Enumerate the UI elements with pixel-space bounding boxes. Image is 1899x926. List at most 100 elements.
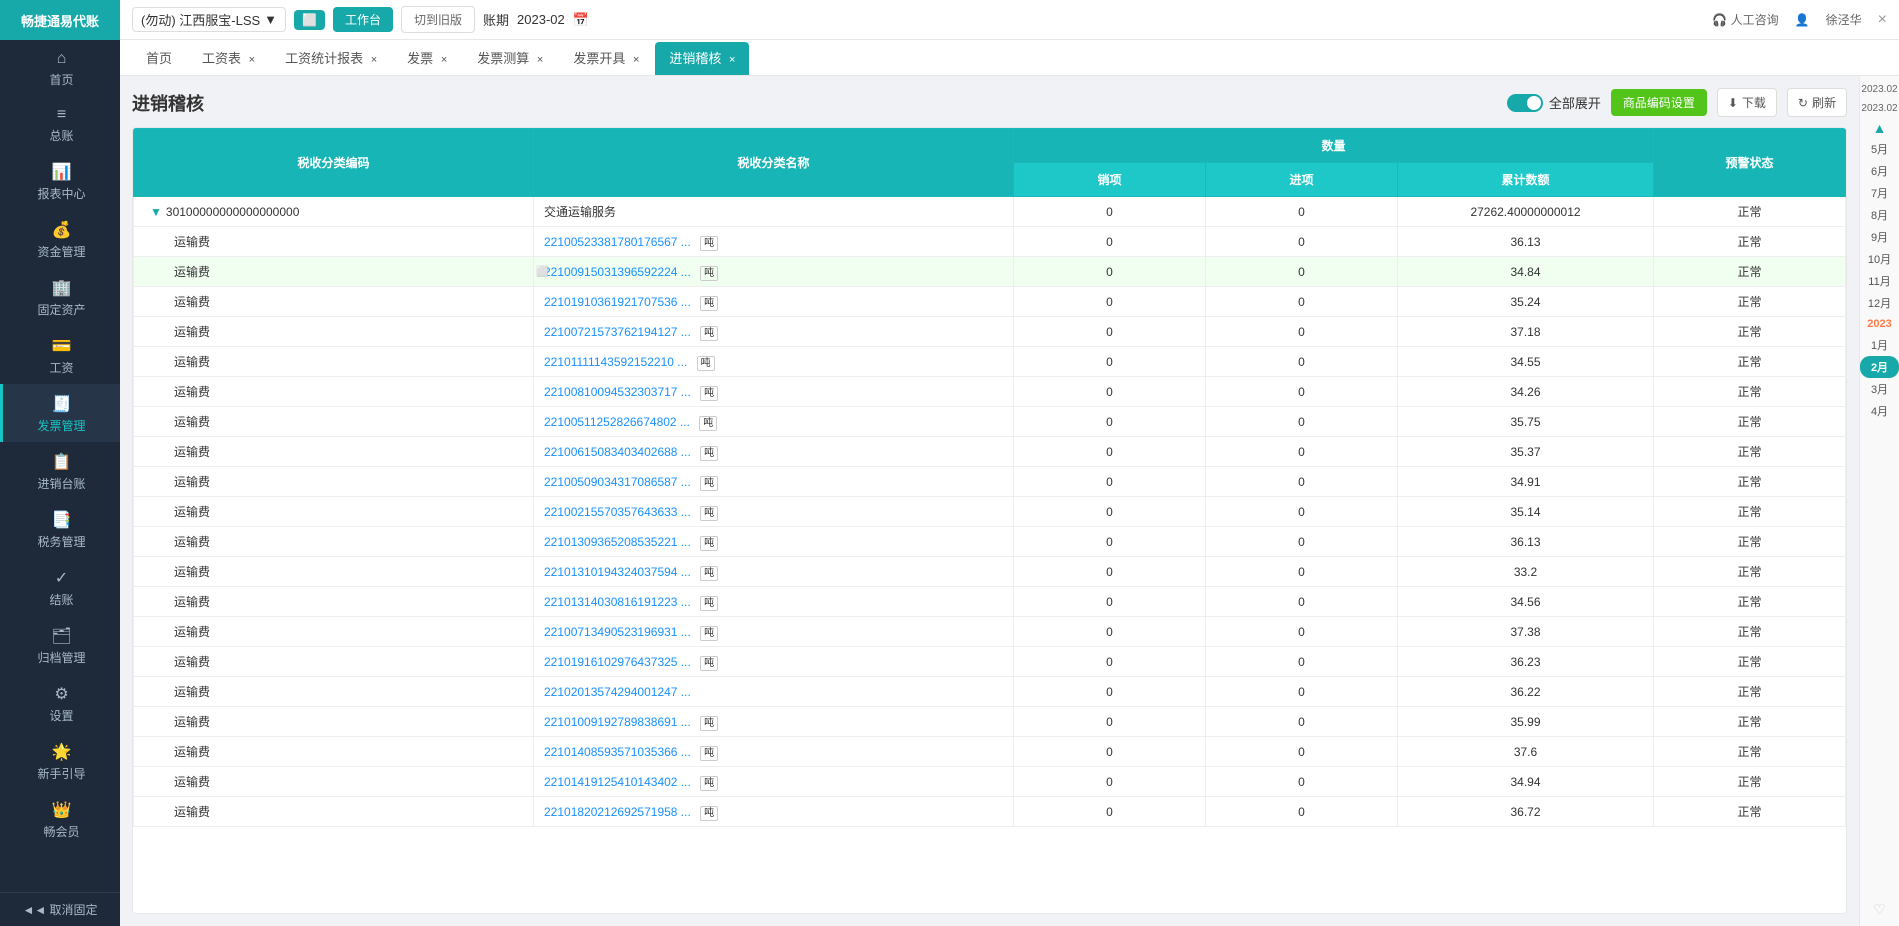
switch-version-button[interactable]: 切到旧版 (401, 6, 475, 33)
sidebar-item-checkout[interactable]: ✓ 结账 (0, 558, 120, 616)
tab-payroll-stats-close[interactable]: × (371, 54, 377, 66)
sidebar-item-ledger[interactable]: ≡ 总账 (0, 96, 120, 152)
tab-invoice-open-close[interactable]: × (633, 54, 639, 66)
item-status-cell: 正常 (1654, 797, 1846, 827)
sidebar-item-funds[interactable]: 💰 资金管理 (0, 210, 120, 268)
table-row: 运输费 22101111143592152210 ... 吨 0 0 34.55… (134, 347, 1846, 377)
unpin-button[interactable]: ◄◄ 取消固定 (0, 892, 120, 926)
group-sales-cell: 0 (1014, 197, 1206, 227)
download-button[interactable]: ⬇ 下载 (1717, 88, 1777, 117)
panel-up-arrow[interactable]: ▲ (1871, 118, 1889, 138)
toggle-switch[interactable] (1507, 94, 1543, 112)
item-invoice-cell: 22100713490523196931 ... 吨 (534, 617, 1014, 647)
sidebar-item-label: 归档管理 (37, 649, 85, 666)
sidebar-item-label: 税务管理 (37, 533, 85, 550)
item-invoice-cell: 22100721573762194127 ... 吨 (534, 317, 1014, 347)
table-row: 运输费 22100721573762194127 ... 吨 0 0 37.18… (134, 317, 1846, 347)
tab-invoice-close[interactable]: × (441, 54, 447, 66)
col-code-header: 税收分类编码 (134, 129, 534, 197)
calendar-icon[interactable]: 📅 (573, 12, 589, 28)
tab-payroll[interactable]: 工资表 × (188, 42, 269, 75)
settings-button[interactable]: 商品编码设置 (1611, 89, 1707, 116)
sidebar-item-home[interactable]: ⌂ 首页 (0, 40, 120, 96)
sidebar-item-invoice[interactable]: 🧾 发票管理 (0, 384, 120, 442)
item-name-cell: 运输费 (134, 467, 534, 497)
table-row: 运输费 22100523381780176567 ... 吨 0 0 36.13… (134, 227, 1846, 257)
company-name: (勿动) 江西服宝-LSS (141, 10, 260, 29)
refresh-icon: ↻ (1798, 96, 1808, 110)
table-row: 运输费 22100215570357643633 ... 吨 0 0 35.14… (134, 497, 1846, 527)
item-name-cell: 运输费 (134, 587, 534, 617)
item-status-cell: 正常 (1654, 377, 1846, 407)
company-selector[interactable]: (勿动) 江西服宝-LSS ▼ (132, 7, 286, 32)
item-name-cell: 运输费 (134, 437, 534, 467)
panel-month-6[interactable]: 6月 (1860, 160, 1899, 182)
table-row: 运输费 22101408593571035366 ... 吨 0 0 37.6 … (134, 737, 1846, 767)
tab-home[interactable]: 首页 (132, 42, 186, 75)
item-cumulative-cell: 35.75 (1398, 407, 1654, 437)
panel-month-8[interactable]: 8月 (1860, 204, 1899, 226)
tab-invoice[interactable]: 发票 × (393, 42, 461, 75)
sidebar-item-assets[interactable]: 🏢 固定资产 (0, 268, 120, 326)
item-cumulative-cell: 35.24 (1398, 287, 1654, 317)
item-cumulative-cell: 34.26 (1398, 377, 1654, 407)
item-purchase-cell: 0 (1206, 797, 1398, 827)
item-sales-cell: 0 (1014, 407, 1206, 437)
item-sales-cell: 0 (1014, 767, 1206, 797)
panel-month-1[interactable]: 1月 (1860, 334, 1899, 356)
sidebar-item-guide[interactable]: 🌟 新手引导 (0, 732, 120, 790)
tab-reconcile[interactable]: 进销稽核 × (655, 42, 749, 75)
item-purchase-cell: 0 (1206, 497, 1398, 527)
tab-invoice-calc-close[interactable]: × (537, 54, 543, 66)
panel-month-7[interactable]: 7月 (1860, 182, 1899, 204)
app-logo: 畅捷通易代账 (0, 0, 120, 40)
item-name-cell: 运输费 (134, 527, 534, 557)
item-sales-cell: 0 (1014, 347, 1206, 377)
table-row: 运输费 22100511252826674802 ... 吨 0 0 35.75… (134, 407, 1846, 437)
table-row: 运输费 22101309365208535221 ... 吨 0 0 36.13… (134, 527, 1846, 557)
sidebar-item-member[interactable]: 👑 畅会员 (0, 790, 120, 848)
item-purchase-cell: 0 (1206, 587, 1398, 617)
item-sales-cell: 0 (1014, 377, 1206, 407)
page-header: 进销稽核 全部展开 商品编码设置 ⬇ 下载 ↻ 刷新 (132, 88, 1847, 117)
main-area: (勿动) 江西服宝-LSS ▼ ⬜ 工作台 切到旧版 账期 2023-02 📅 … (120, 0, 1899, 926)
panel-month-11[interactable]: 11月 (1860, 270, 1899, 292)
sidebar-item-sales-ledger[interactable]: 📋 进销台账 (0, 442, 120, 500)
panel-month-12[interactable]: 12月 (1860, 292, 1899, 314)
item-name-cell: 运输费 (134, 257, 534, 287)
sidebar-item-settings[interactable]: ⚙ 设置 (0, 674, 120, 732)
sidebar-item-tax[interactable]: 📑 税务管理 (0, 500, 120, 558)
item-purchase-cell: 0 (1206, 467, 1398, 497)
tab-payroll-stats[interactable]: 工资统计报表 × (271, 42, 391, 75)
page-actions: 全部展开 商品编码设置 ⬇ 下载 ↻ 刷新 (1507, 88, 1847, 117)
panel-month-3[interactable]: 3月 (1860, 378, 1899, 400)
support-link[interactable]: 🎧 人工咨询 (1712, 11, 1778, 28)
sidebar-item-reports[interactable]: 📊 报表中心 (0, 152, 120, 210)
tab-invoice-calc[interactable]: 发票测算 × (463, 42, 557, 75)
salary-icon: 💳 (52, 336, 72, 356)
panel-month-2[interactable]: 2月 (1860, 356, 1899, 378)
expand-toggle[interactable]: 全部展开 (1507, 93, 1601, 112)
expand-icon[interactable]: ▼ (150, 205, 162, 219)
panel-month-4[interactable]: 4月 (1860, 400, 1899, 422)
tab-reconcile-close[interactable]: × (729, 54, 735, 66)
copy-btn[interactable]: ⬜ (294, 10, 325, 30)
workspace-button[interactable]: 工作台 (333, 7, 393, 32)
table-row: 运输费 22101314030816191223 ... 吨 0 0 34.56… (134, 587, 1846, 617)
item-invoice-cell: 22100215570357643633 ... 吨 (534, 497, 1014, 527)
sidebar-item-archive[interactable]: 🗂 归档管理 (0, 616, 120, 674)
table-row: 运输费 22101009192789838691 ... 吨 0 0 35.99… (134, 707, 1846, 737)
tab-invoice-open[interactable]: 发票开具 × (559, 42, 653, 75)
sidebar-item-salary[interactable]: 💳 工资 (0, 326, 120, 384)
item-cumulative-cell: 34.84 (1398, 257, 1654, 287)
table-row: 运输费 22101916102976437325 ... 吨 0 0 36.23… (134, 647, 1846, 677)
panel-month-5[interactable]: 5月 (1860, 138, 1899, 160)
group-name-cell: 交通运输服务 (534, 197, 1014, 227)
table-row: ▼30100000000000000000 交通运输服务 0 0 27262.4… (134, 197, 1846, 227)
tab-payroll-close[interactable]: × (249, 54, 255, 66)
item-purchase-cell: 0 (1206, 257, 1398, 287)
refresh-button[interactable]: ↻ 刷新 (1787, 88, 1847, 117)
close-button[interactable]: × (1878, 11, 1887, 29)
panel-month-10[interactable]: 10月 (1860, 248, 1899, 270)
panel-month-9[interactable]: 9月 (1860, 226, 1899, 248)
